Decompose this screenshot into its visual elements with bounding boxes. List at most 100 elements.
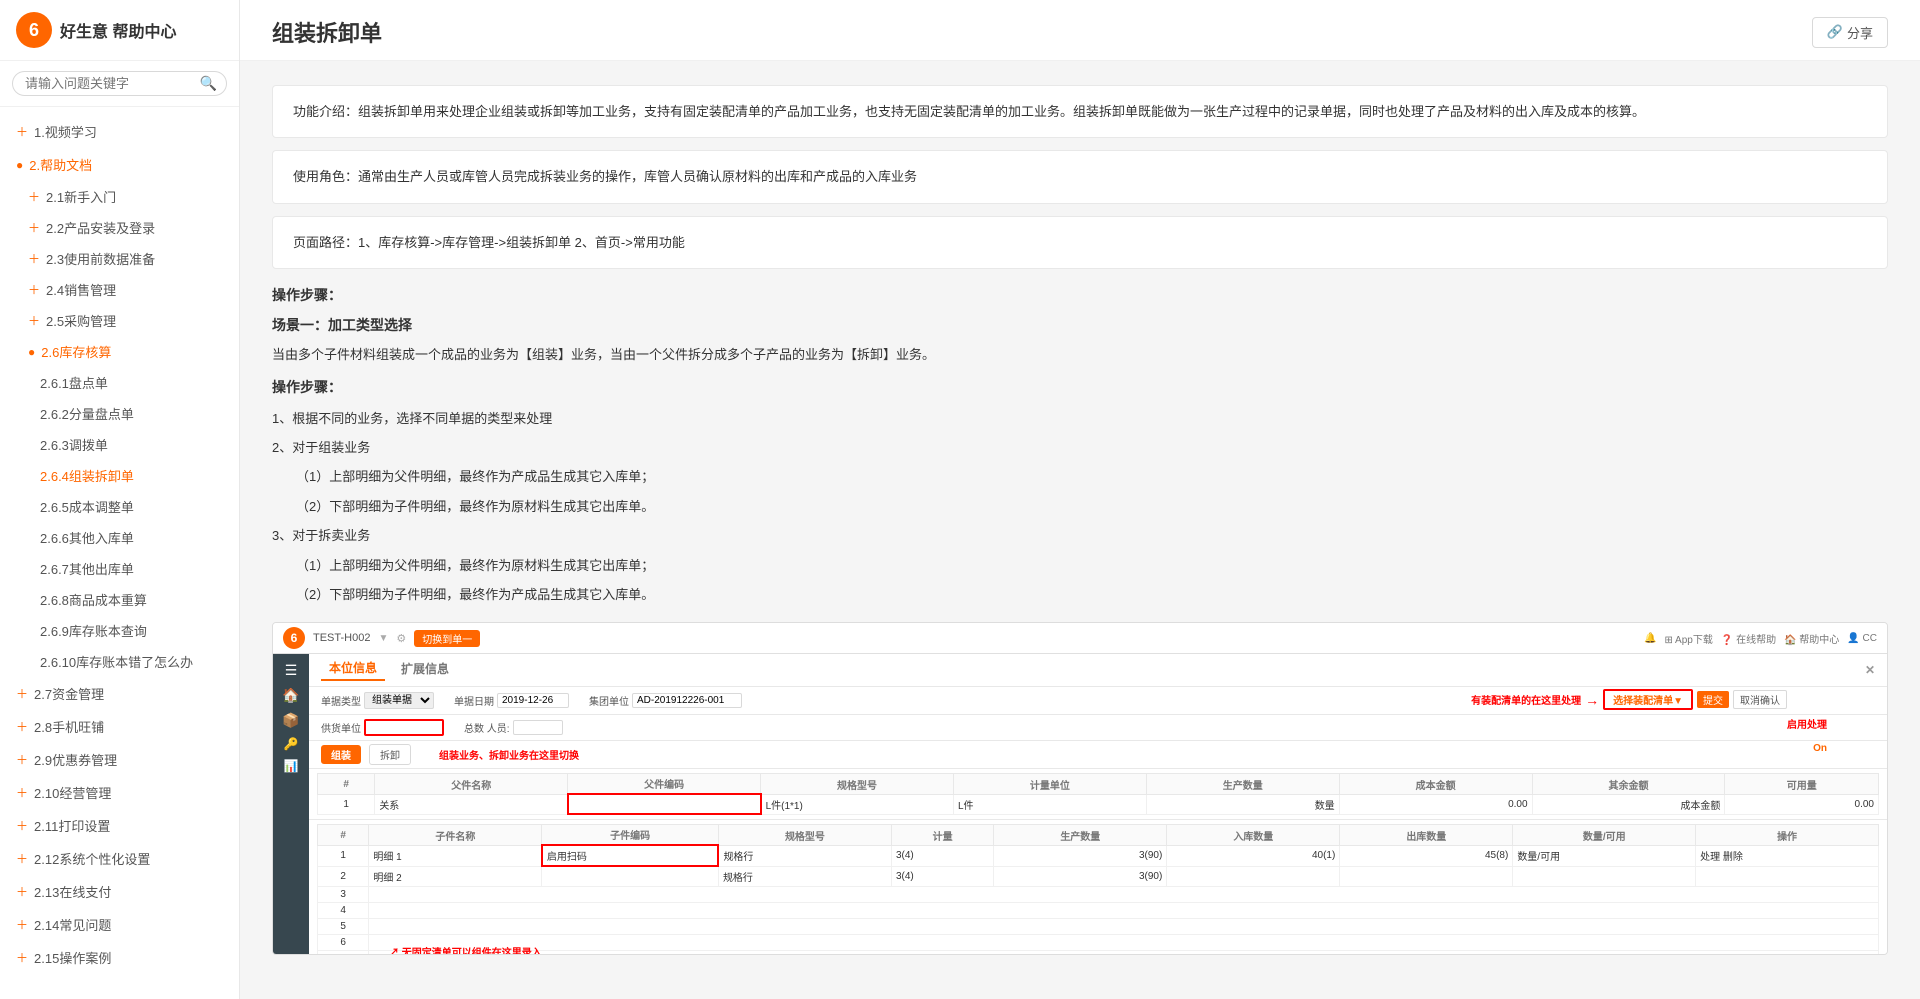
nav-section-3: ＋ 2.7资金管理	[0, 677, 239, 710]
td-1: 1	[318, 794, 375, 814]
sidebar-leaf-268[interactable]: 2.6.8商品成本重算	[0, 584, 239, 615]
mock-code-input[interactable]	[632, 693, 742, 708]
btd-unit2: 3(4)	[891, 866, 993, 886]
mock-icon-home: 🏠 帮助中心	[1784, 631, 1839, 646]
app-name: 好生意 帮助中心	[60, 18, 176, 42]
sidebar-item-data-prep[interactable]: ＋ 2.3使用前数据准备	[0, 243, 239, 274]
th-parent-name: 父件名称	[375, 774, 568, 795]
btd-op1: 处理 删除	[1696, 845, 1879, 866]
step3-sub1: （1）上部明细为父件明细，最终作为原材料生成其它出库单；	[272, 554, 1888, 577]
mock-icon-help: ❓ 在线帮助	[1721, 631, 1776, 646]
mock-field-code: 集团单位	[589, 693, 742, 708]
btd-7: 7	[318, 950, 369, 954]
mock-nav-icon-2: 🏠	[282, 687, 299, 704]
mock-form-row: 单据类型 组装单据 单据日期 集团单位	[309, 687, 1887, 715]
sidebar-item-video[interactable]: ＋ 1.视频学习	[0, 115, 239, 148]
btd-op2	[1696, 866, 1879, 886]
mock-field-count: 总数 人员:	[464, 720, 563, 735]
btd-out1: 45(8)	[1340, 845, 1513, 866]
mock-count-input[interactable]	[513, 720, 563, 735]
sidebar-leaf-266[interactable]: 2.6.6其他入库单	[0, 522, 239, 553]
mock-left-nav: ☰ 🏠 📦 🔑 📊	[273, 654, 309, 954]
sidebar-item-purchase[interactable]: ＋ 2.5采购管理	[0, 305, 239, 336]
mock-field-type-select[interactable]: 组装单据	[364, 692, 434, 709]
plus-icon: ＋	[28, 312, 40, 329]
sidebar-leaf-267[interactable]: 2.6.7其他出库单	[0, 553, 239, 584]
mock-supplier-input[interactable]	[364, 719, 444, 736]
mock-confirm-btn: 提交	[1697, 691, 1729, 708]
mock-field-type: 单据类型 组装单据	[321, 692, 434, 709]
sidebar-leaf-2610[interactable]: 2.6.10库存账本错了怎么办	[0, 646, 239, 677]
screenshot-container: 6 TEST-H002 ▼ ⚙ 切换到单一 🔔 ⊞ App下载 ❓ 在线帮助 🏠…	[272, 622, 1888, 955]
btd-empty5	[369, 918, 1879, 934]
nav-section-5: ＋ 2.9优惠券管理	[0, 743, 239, 776]
sidebar-item-cases[interactable]: ＋ 2.15操作案例	[0, 941, 239, 974]
annotation-1-box: 选择装配清单▼	[1603, 689, 1693, 710]
plus-icon: ＋	[16, 883, 28, 900]
app-logo: 6	[16, 12, 52, 48]
sidebar-leaf-262[interactable]: 2.6.2分量盘点单	[0, 398, 239, 429]
btd-qty1: 3(90)	[994, 845, 1167, 866]
mock-app-body: ☰ 🏠 📦 🔑 📊 本位信息 扩展信息	[273, 654, 1887, 954]
sidebar-item-operations[interactable]: ＋ 2.10经营管理	[0, 776, 239, 809]
sidebar-leaf-261[interactable]: 2.6.1盘点单	[0, 367, 239, 398]
table-row: 7	[318, 950, 1879, 954]
btd-2: 2	[318, 866, 369, 886]
btd-spec1: 规格行	[718, 845, 891, 866]
mock-screenshot: 6 TEST-H002 ▼ ⚙ 切换到单一 🔔 ⊞ App下载 ❓ 在线帮助 🏠…	[273, 623, 1887, 954]
mock-date-input[interactable]	[497, 693, 569, 708]
path-box: 页面路径：1、库存核算->库存管理->组装拆卸单 2、首页->常用功能	[272, 216, 1888, 269]
search-box[interactable]: 🔍	[0, 61, 239, 107]
plus-icon: ＋	[28, 250, 40, 267]
nav-section-1: ＋ 1.视频学习	[0, 115, 239, 148]
nav-section-7: ＋ 2.11打印设置	[0, 809, 239, 842]
main-article: 功能介绍：组装拆卸单用来处理企业组装或拆卸等加工业务，支持有固定装配清单的产品加…	[240, 61, 1920, 979]
plus-icon: ＋	[16, 784, 28, 801]
mock-field-supplier: 供货单位	[321, 719, 444, 736]
sidebar-nav: ＋ 1.视频学习 ● 2.帮助文档 ＋ 2.1新手入门 ＋ 2.2产品安装及登录	[0, 107, 239, 999]
nav-section-10: ＋ 2.14常见问题	[0, 908, 239, 941]
sidebar-item-coupon[interactable]: ＋ 2.9优惠券管理	[0, 743, 239, 776]
role-text: 使用角色：通常由生产人员或库管人员完成拆装业务的操作，库管人员确认原材料的出库和…	[293, 169, 917, 184]
table-row: 1 关系 L件(1*1) L件 数量 0.00 成本金额 0.00	[318, 794, 1879, 814]
btd-avail1: 数量/可用	[1513, 845, 1696, 866]
btd-empty7	[369, 950, 1879, 954]
mock-bottom-table-body: 1 明细 1 启用扫码 规格行 3(4) 3(90) 40(1) 45(8) 数	[318, 845, 1879, 954]
sidebar-item-help-docs[interactable]: ● 2.帮助文档	[0, 148, 239, 181]
sidebar-item-mobile[interactable]: ＋ 2.8手机旺铺	[0, 710, 239, 743]
nav-section-4: ＋ 2.8手机旺铺	[0, 710, 239, 743]
sidebar-item-faq[interactable]: ＋ 2.14常见问题	[0, 908, 239, 941]
mock-close-icon: ✕	[1865, 663, 1875, 677]
sidebar-leaf-265[interactable]: 2.6.5成本调整单	[0, 491, 239, 522]
sidebar-item-inventory[interactable]: ● 2.6库存核算	[0, 336, 239, 367]
btd-out2	[1340, 866, 1513, 886]
sidebar-item-print[interactable]: ＋ 2.11打印设置	[0, 809, 239, 842]
plus-icon: ＋	[16, 916, 28, 933]
nav-sub-items-2: ＋ 2.1新手入门 ＋ 2.2产品安装及登录 ＋ 2.3使用前数据准备 ＋ 2.…	[0, 181, 239, 677]
table-row: 5	[318, 918, 1879, 934]
table-row: 6	[318, 934, 1879, 950]
table-row: 1 明细 1 启用扫码 规格行 3(4) 3(90) 40(1) 45(8) 数	[318, 845, 1879, 866]
sidebar-item-settings[interactable]: ＋ 2.12系统个性化设置	[0, 842, 239, 875]
plus-icon: ＋	[16, 718, 28, 735]
bth-unit: 计量	[891, 825, 993, 846]
btd-4: 4	[318, 902, 369, 918]
plus-icon: ＋	[16, 949, 28, 966]
role-box: 使用角色：通常由生产人员或库管人员完成拆装业务的操作，库管人员确认原材料的出库和…	[272, 150, 1888, 203]
sidebar-item-finance[interactable]: ＋ 2.7资金管理	[0, 677, 239, 710]
bth-num: #	[318, 825, 369, 846]
sidebar-leaf-263[interactable]: 2.6.3调拨单	[0, 429, 239, 460]
search-input[interactable]	[12, 71, 227, 96]
nav-section-11: ＋ 2.15操作案例	[0, 941, 239, 974]
sidebar-item-install[interactable]: ＋ 2.2产品安装及登录	[0, 212, 239, 243]
sidebar-item-beginner[interactable]: ＋ 2.1新手入门	[0, 181, 239, 212]
share-button[interactable]: 🔗 分享	[1812, 17, 1888, 48]
mock-top-table-head: # 父件名称 父件编码 规格型号 计量单位 生产数量 成本金额 其余金额 可用量	[318, 774, 1879, 795]
mock-field-date-label: 单据日期	[454, 693, 494, 708]
sidebar-leaf-269[interactable]: 2.6.9库存账本查询	[0, 615, 239, 646]
sidebar-item-sales[interactable]: ＋ 2.4销售管理	[0, 274, 239, 305]
bth-spec: 规格型号	[718, 825, 891, 846]
annotation-4-text: ↗ 无固定清单可以组件在这里录入	[389, 948, 542, 955]
sidebar-item-payment[interactable]: ＋ 2.13在线支付	[0, 875, 239, 908]
sidebar-leaf-264[interactable]: 2.6.4组装拆卸单	[0, 460, 239, 491]
